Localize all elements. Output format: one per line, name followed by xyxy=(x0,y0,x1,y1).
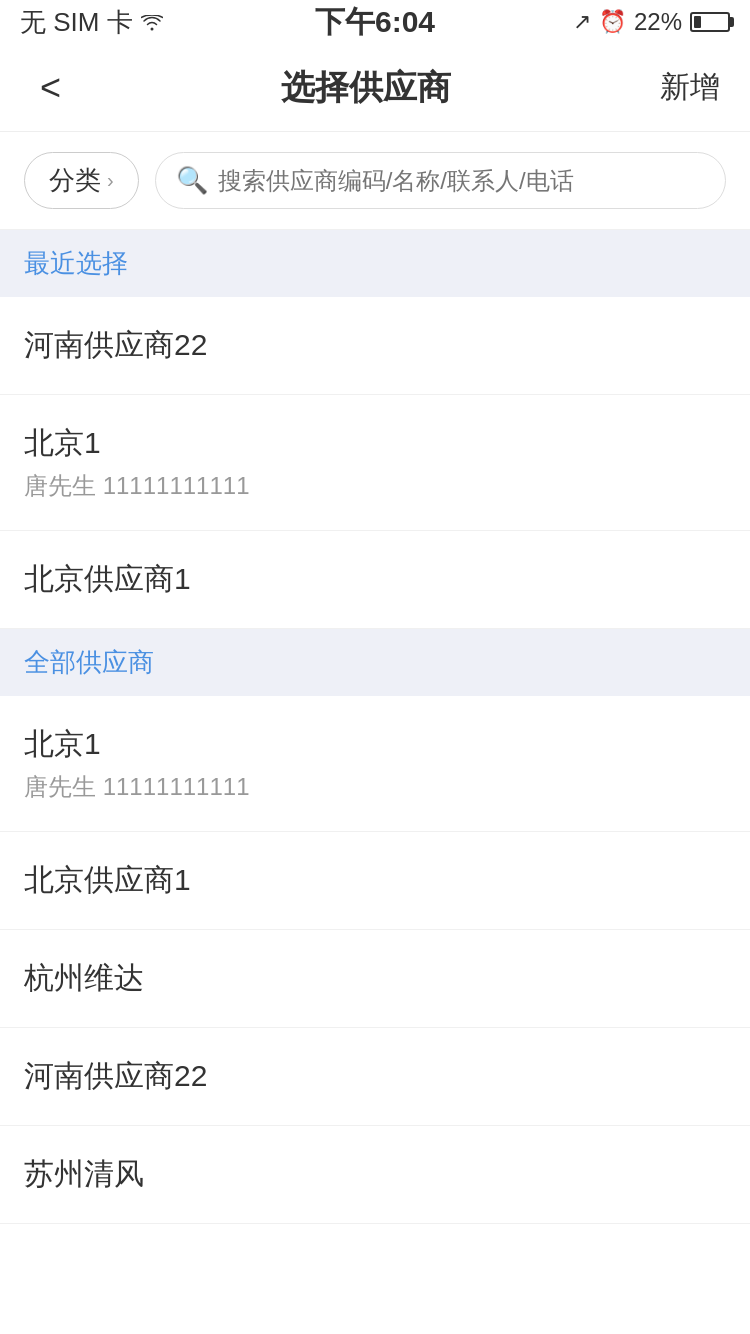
add-button[interactable]: 新增 xyxy=(660,67,720,108)
item-detail: 唐先生 11111111111 xyxy=(24,470,726,502)
item-name: 河南供应商22 xyxy=(24,1056,726,1097)
status-left: 无 SIM 卡 xyxy=(20,5,163,40)
chevron-right-icon: › xyxy=(107,169,114,192)
item-name: 杭州维达 xyxy=(24,958,726,999)
filter-bar: 分类 › 🔍 xyxy=(0,132,750,230)
list-item[interactable]: 苏州清风 xyxy=(0,1126,750,1224)
list-item[interactable]: 北京1 唐先生 11111111111 xyxy=(0,395,750,531)
battery-indicator xyxy=(690,12,730,32)
list-item[interactable]: 杭州维达 xyxy=(0,930,750,1028)
back-button[interactable]: < xyxy=(30,57,71,119)
list-item[interactable]: 河南供应商22 xyxy=(0,297,750,395)
recent-section-header: 最近选择 xyxy=(0,230,750,297)
item-name: 北京1 xyxy=(24,423,726,464)
item-name: 北京供应商1 xyxy=(24,559,726,600)
category-label: 分类 xyxy=(49,163,101,198)
item-name: 河南供应商22 xyxy=(24,325,726,366)
item-name: 北京供应商1 xyxy=(24,860,726,901)
battery-percentage: 22% xyxy=(634,8,682,36)
all-items-list: 北京1 唐先生 11111111111 北京供应商1 杭州维达 河南供应商22 … xyxy=(0,696,750,1224)
list-item[interactable]: 河南供应商22 xyxy=(0,1028,750,1126)
status-right: ↗ ⏰ 22% xyxy=(573,8,730,36)
alarm-icon: ⏰ xyxy=(599,9,626,35)
search-box: 🔍 xyxy=(155,152,726,209)
list-item[interactable]: 北京1 唐先生 11111111111 xyxy=(0,696,750,832)
item-detail: 唐先生 11111111111 xyxy=(24,771,726,803)
item-name: 北京1 xyxy=(24,724,726,765)
status-time: 下午6:04 xyxy=(315,2,435,43)
status-bar: 无 SIM 卡 下午6:04 ↗ ⏰ 22% xyxy=(0,0,750,44)
page-title: 选择供应商 xyxy=(281,65,451,111)
sim-text: 无 SIM 卡 xyxy=(20,5,133,40)
list-item[interactable]: 北京供应商1 xyxy=(0,531,750,629)
location-icon: ↗ xyxy=(573,9,591,35)
recent-items-list: 河南供应商22 北京1 唐先生 11111111111 北京供应商1 xyxy=(0,297,750,629)
list-item[interactable]: 北京供应商1 xyxy=(0,832,750,930)
wifi-icon xyxy=(141,7,163,38)
search-input[interactable] xyxy=(218,167,705,195)
item-name: 苏州清风 xyxy=(24,1154,726,1195)
all-section-header: 全部供应商 xyxy=(0,629,750,696)
nav-bar: < 选择供应商 新增 xyxy=(0,44,750,132)
category-filter-button[interactable]: 分类 › xyxy=(24,152,139,209)
search-icon: 🔍 xyxy=(176,165,208,196)
